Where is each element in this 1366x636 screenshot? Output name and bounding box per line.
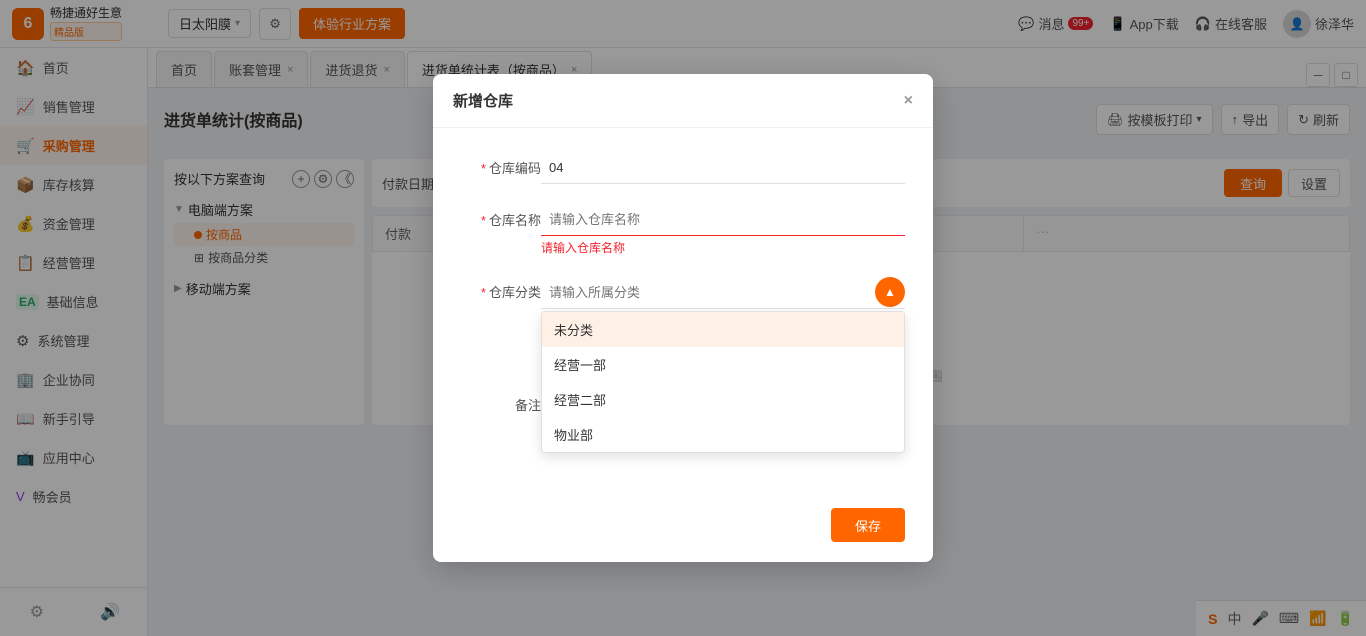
form-row-code: 仓库编码 bbox=[461, 152, 905, 184]
dialog-title: 新增仓库 bbox=[453, 90, 513, 111]
name-input[interactable] bbox=[541, 204, 905, 236]
category-input[interactable] bbox=[541, 276, 875, 308]
code-wrap bbox=[541, 152, 905, 184]
dialog-overlay[interactable]: 新增仓库 × 仓库编码 仓库名称 请输入仓库名称 仓库分类 bbox=[0, 0, 1366, 636]
name-label: 仓库名称 bbox=[461, 204, 541, 229]
category-select-wrap: ▲ bbox=[541, 276, 905, 309]
dropdown-item-dept1[interactable]: 经营一部 bbox=[542, 347, 904, 382]
save-label: 保存 bbox=[855, 519, 881, 534]
dropdown-item-dept2[interactable]: 经营二部 bbox=[542, 382, 904, 417]
code-input[interactable] bbox=[541, 152, 905, 184]
name-wrap: 请输入仓库名称 bbox=[541, 204, 905, 256]
form-row-name: 仓库名称 请输入仓库名称 bbox=[461, 204, 905, 256]
dropdown-item-dept3[interactable]: 物业部 bbox=[542, 417, 904, 452]
category-wrap: ▲ 未分类 经营一部 经营二部 物业部 bbox=[541, 276, 905, 309]
form-row-category: 仓库分类 ▲ 未分类 经营一部 经营二部 物业部 bbox=[461, 276, 905, 309]
category-label: 仓库分类 bbox=[461, 276, 541, 301]
note-label: 备注 bbox=[461, 389, 541, 414]
category-dropdown: 未分类 经营一部 经营二部 物业部 bbox=[541, 311, 905, 453]
save-button[interactable]: 保存 bbox=[831, 508, 905, 542]
category-toggle-btn[interactable]: ▲ bbox=[875, 277, 905, 307]
dialog-footer: 保存 bbox=[433, 496, 933, 562]
dialog-header: 新增仓库 × bbox=[433, 74, 933, 128]
name-error: 请输入仓库名称 bbox=[541, 239, 905, 256]
dropdown-item-uncategorized[interactable]: 未分类 bbox=[542, 312, 904, 347]
dialog-body: 仓库编码 仓库名称 请输入仓库名称 仓库分类 ▲ bbox=[433, 128, 933, 496]
code-label: 仓库编码 bbox=[461, 152, 541, 177]
dialog-close-button[interactable]: × bbox=[904, 92, 913, 110]
dialog-new-warehouse: 新增仓库 × 仓库编码 仓库名称 请输入仓库名称 仓库分类 bbox=[433, 74, 933, 562]
